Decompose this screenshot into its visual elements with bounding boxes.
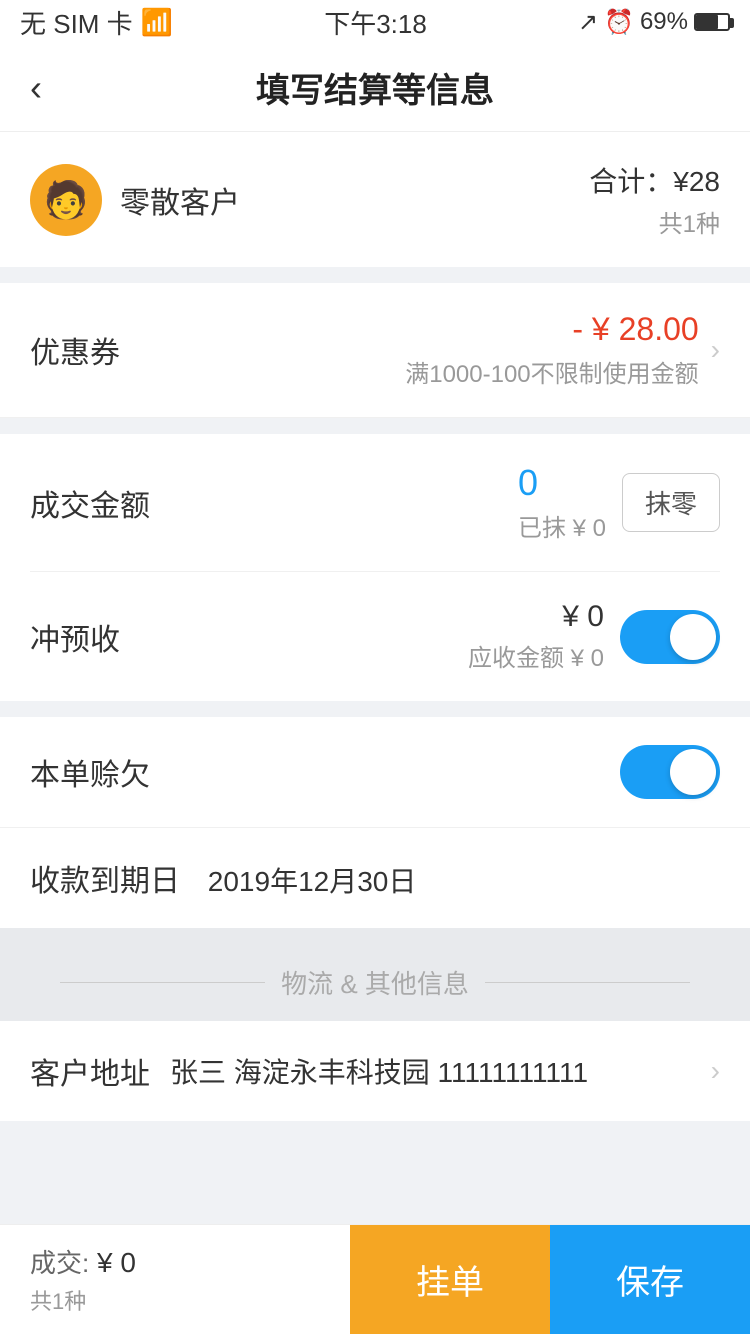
battery-icon: [694, 13, 730, 31]
customer-name: 零散客户: [120, 178, 240, 222]
logistics-line-right: [485, 982, 690, 983]
due-date-value: 2019年12月30日: [208, 866, 417, 897]
transaction-sub: 已抹 ¥ 0: [518, 508, 606, 543]
credit-section: 本单赊欠 收款到期日 2019年12月30日: [0, 717, 750, 928]
address-chevron: ›: [711, 1055, 720, 1087]
transaction-label: 成交金额: [30, 481, 150, 525]
bottom-bar: 成交: ¥ 0 共1种 挂单 保存: [0, 1224, 750, 1334]
prepay-right: ¥ 0 应收金额 ¥ 0: [468, 600, 720, 673]
bottom-deal-row: 成交: ¥ 0: [30, 1243, 320, 1280]
prepay-label: 冲预收: [30, 615, 120, 659]
location-icon: ↗: [578, 8, 598, 37]
transaction-right: 0 已抹 ¥ 0 抹零: [518, 462, 720, 543]
transaction-row: 成交金额 0 已抹 ¥ 0 抹零: [30, 434, 720, 572]
logistics-line-left: [60, 982, 265, 983]
transaction-detail: 0 已抹 ¥ 0: [518, 462, 606, 543]
coupon-section[interactable]: 优惠券 - ¥ 28.00 满1000-100不限制使用金额 ›: [0, 283, 750, 418]
main-content: 🧑 零散客户 合计：¥28 共1种 优惠券 - ¥ 28.00 满1000-10…: [0, 132, 750, 1257]
chevron-right-icon: ›: [711, 334, 720, 366]
status-left: 无 SIM 卡 📶: [20, 4, 173, 41]
coupon-row[interactable]: 优惠券 - ¥ 28.00 满1000-100不限制使用金额 ›: [0, 283, 750, 418]
logistics-title: 物流 & 其他信息: [281, 964, 469, 1001]
transaction-prepay-section: 成交金额 0 已抹 ¥ 0 抹零 冲预收 ¥ 0 应收金额 ¥ 0: [0, 434, 750, 701]
bottom-deal-label: 成交:: [30, 1248, 89, 1278]
address-section[interactable]: 客户地址 张三 海淀永丰科技园 11111111111 ›: [0, 1021, 750, 1121]
avatar: 🧑: [30, 164, 102, 236]
address-row[interactable]: 客户地址 张三 海淀永丰科技园 11111111111 ›: [0, 1021, 750, 1121]
credit-label: 本单赊欠: [30, 750, 150, 794]
coupon-detail: - ¥ 28.00 满1000-100不限制使用金额: [405, 311, 698, 389]
no-sim-text: 无 SIM 卡: [20, 4, 133, 41]
transaction-amount: 0: [518, 462, 606, 504]
chevron-right-icon: ›: [711, 1055, 720, 1087]
save-button[interactable]: 保存: [550, 1225, 750, 1334]
nav-bar: ‹ 填写结算等信息: [0, 44, 750, 132]
toggle-knob: [670, 614, 716, 660]
back-button[interactable]: ‹: [30, 67, 42, 109]
page-title: 填写结算等信息: [256, 63, 494, 112]
wifi-icon: 📶: [141, 7, 173, 38]
prepay-amounts: ¥ 0 应收金额 ¥ 0: [468, 600, 604, 673]
total-amount: 合计：¥28: [589, 160, 720, 200]
avatar-icon: 🧑: [44, 179, 89, 221]
customer-row: 🧑 零散客户 合计：¥28 共1种: [0, 132, 750, 267]
logistics-title-row: 物流 & 其他信息: [30, 944, 720, 1021]
bottom-count: 共1种: [30, 1284, 320, 1316]
prepay-main-amount: ¥ 0: [468, 600, 604, 634]
alarm-icon: ⏰: [604, 8, 634, 37]
round-button[interactable]: 抹零: [622, 473, 720, 532]
customer-left: 🧑 零散客户: [30, 164, 240, 236]
status-right: ↗ ⏰ 69%: [578, 8, 730, 37]
due-date-label: 收款到期日: [30, 865, 180, 898]
customer-right: 合计：¥28 共1种: [589, 160, 720, 239]
prepay-sub-amount: 应收金额 ¥ 0: [468, 638, 604, 673]
credit-row: 本单赊欠: [0, 717, 750, 827]
address-label: 客户地址: [30, 1049, 150, 1093]
discount-amount: - ¥ 28.00: [405, 311, 698, 348]
battery-percent: 69%: [640, 8, 688, 36]
discount-hint: 满1000-100不限制使用金额: [405, 354, 698, 389]
credit-toggle[interactable]: [620, 745, 720, 799]
credit-toggle-knob: [670, 749, 716, 795]
due-date-row: 收款到期日 2019年12月30日: [0, 827, 750, 928]
prepay-toggle[interactable]: [620, 610, 720, 664]
bottom-info: 成交: ¥ 0 共1种: [0, 1243, 350, 1316]
hold-button[interactable]: 挂单: [350, 1225, 550, 1334]
coupon-label: 优惠券: [30, 328, 120, 372]
prepay-row: 冲预收 ¥ 0 应收金额 ¥ 0: [30, 572, 720, 701]
status-bar: 无 SIM 卡 📶 下午3:18 ↗ ⏰ 69%: [0, 0, 750, 44]
logistics-header: 物流 & 其他信息: [0, 944, 750, 1021]
bottom-deal-amount: ¥ 0: [97, 1247, 136, 1278]
total-count: 共1种: [589, 204, 720, 239]
section-divider: [0, 928, 750, 944]
status-time: 下午3:18: [324, 4, 427, 41]
address-value: 张三 海淀永丰科技园 11111111111: [150, 1051, 711, 1091]
customer-section: 🧑 零散客户 合计：¥28 共1种: [0, 132, 750, 267]
coupon-right: - ¥ 28.00 满1000-100不限制使用金额 ›: [405, 311, 720, 389]
